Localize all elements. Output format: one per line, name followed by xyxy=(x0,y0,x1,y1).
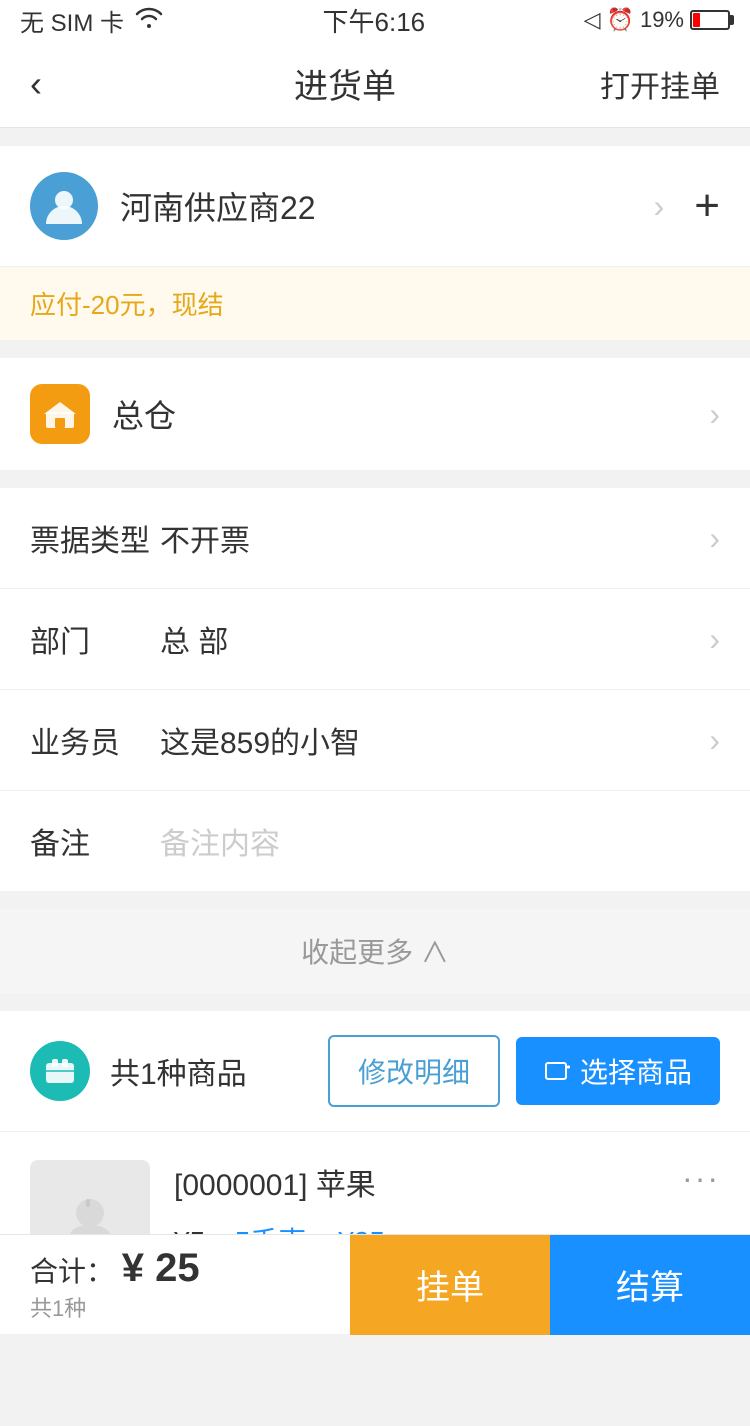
remark-label: 备注 xyxy=(30,819,160,863)
invoice-label: 票据类型 xyxy=(30,516,160,560)
products-count: 共1种商品 xyxy=(110,1049,328,1093)
status-right: ◁ ⏰ 19% xyxy=(584,7,730,33)
product-more-button[interactable]: ··· xyxy=(682,1160,720,1197)
department-row[interactable]: 部门 总 部 › xyxy=(0,589,750,690)
hang-button[interactable]: 挂单 xyxy=(350,1235,550,1335)
invoice-chevron-icon: › xyxy=(709,520,720,557)
warehouse-icon xyxy=(30,384,90,444)
product-name: [0000001] 苹果 xyxy=(174,1160,658,1204)
total-sub: 共1种 xyxy=(30,1291,320,1323)
collapse-row[interactable]: 收起更多 ∧ xyxy=(0,909,750,993)
products-header: 共1种商品 修改明细 选择商品 xyxy=(0,1011,750,1132)
products-icon xyxy=(30,1041,90,1101)
notice-banner: 应付-20元，现结 xyxy=(0,267,750,340)
supplier-avatar xyxy=(30,172,98,240)
edit-detail-button[interactable]: 修改明细 xyxy=(328,1035,500,1107)
department-chevron-icon: › xyxy=(709,621,720,658)
invoice-type-row[interactable]: 票据类型 不开票 › xyxy=(0,488,750,589)
open-pending-button[interactable]: 打开挂单 xyxy=(600,62,720,106)
wifi-icon xyxy=(134,6,164,35)
salesman-row[interactable]: 业务员 这是859的小智 › xyxy=(0,690,750,791)
supplier-card: 河南供应商22 › + 应付-20元，现结 xyxy=(0,146,750,340)
remark-row[interactable]: 备注 备注内容 xyxy=(0,791,750,891)
footer-total: 合计： ¥ 25 共1种 xyxy=(0,1246,350,1323)
status-bar: 无 SIM 卡 下午6:16 ◁ ⏰ 19% xyxy=(0,0,750,40)
settle-button[interactable]: 结算 xyxy=(550,1235,750,1335)
supplier-row[interactable]: 河南供应商22 › + xyxy=(0,146,750,267)
select-product-button[interactable]: 选择商品 xyxy=(516,1037,720,1105)
select-product-label: 选择商品 xyxy=(580,1051,692,1091)
alarm-icon: ⏰ xyxy=(607,7,634,33)
status-left: 无 SIM 卡 xyxy=(20,3,164,38)
total-amount: ¥ 25 xyxy=(122,1246,200,1290)
department-value: 总 部 xyxy=(160,617,699,661)
supplier-chevron-icon: › xyxy=(654,188,665,225)
warehouse-card: 总仓 › xyxy=(0,358,750,470)
footer: 合计： ¥ 25 共1种 挂单 结算 xyxy=(0,1234,750,1334)
salesman-label: 业务员 xyxy=(30,718,160,762)
add-button[interactable]: + xyxy=(694,184,720,228)
total-label: 合计： xyxy=(30,1256,114,1287)
time-display: 下午6:16 xyxy=(323,2,426,39)
supplier-name: 河南供应商22 xyxy=(120,183,654,229)
department-label: 部门 xyxy=(30,617,160,661)
nav-title: 进货单 xyxy=(294,59,396,108)
warehouse-row[interactable]: 总仓 › xyxy=(0,358,750,470)
warehouse-chevron-icon: › xyxy=(709,396,720,433)
carrier-text: 无 SIM 卡 xyxy=(20,3,124,38)
warehouse-name: 总仓 xyxy=(112,391,699,437)
battery-icon xyxy=(690,10,730,30)
nav-bar: ‹ 进货单 打开挂单 xyxy=(0,40,750,128)
back-button[interactable]: ‹ xyxy=(30,63,90,105)
product-code: [0000001] xyxy=(174,1169,307,1202)
form-card: 票据类型 不开票 › 部门 总 部 › 业务员 这是859的小智 › 备注 备注… xyxy=(0,488,750,891)
invoice-value: 不开票 xyxy=(160,516,699,560)
remark-placeholder: 备注内容 xyxy=(160,819,720,863)
salesman-value: 这是859的小智 xyxy=(160,718,699,762)
product-title: 苹果 xyxy=(316,1169,376,1202)
battery-percent: 19% xyxy=(640,7,684,33)
salesman-chevron-icon: › xyxy=(709,722,720,759)
location-icon: ◁ xyxy=(584,7,601,33)
